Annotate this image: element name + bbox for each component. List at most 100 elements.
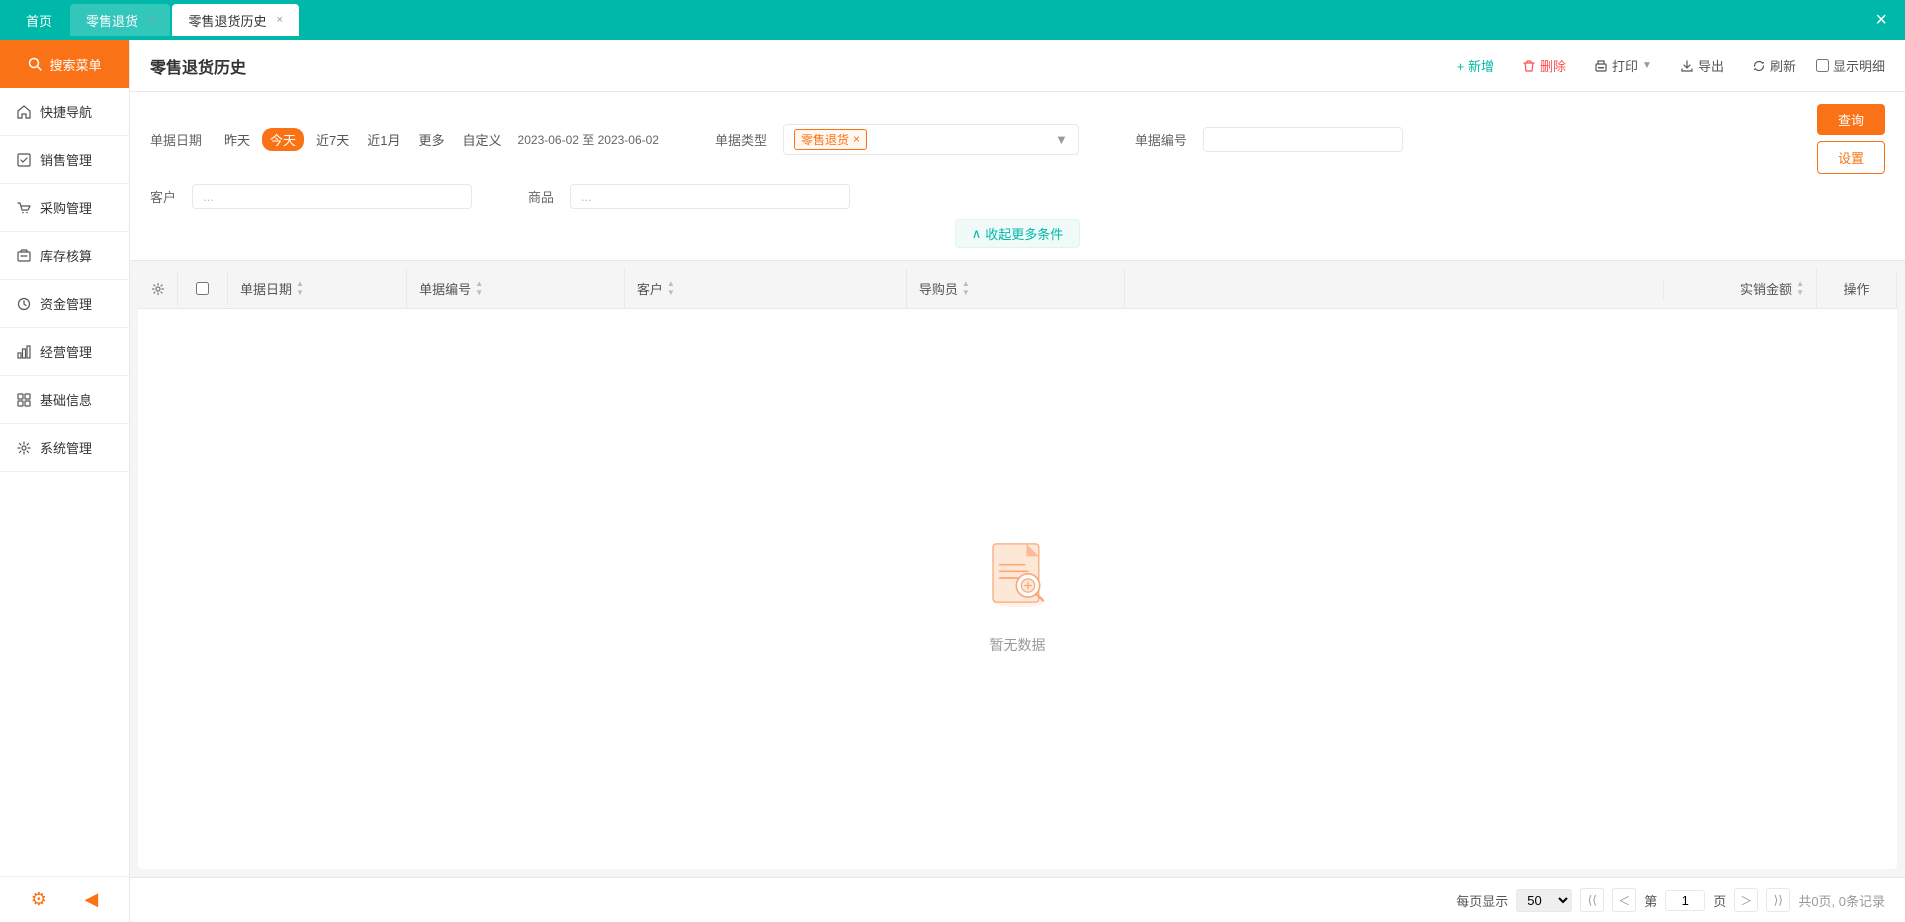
- sidebar-item-purchase-mgmt-label: 采购管理: [40, 198, 92, 217]
- window-close-button[interactable]: ×: [1867, 9, 1895, 31]
- sidebar-item-system[interactable]: 系统管理: [0, 424, 129, 472]
- filter-area: 单据日期 昨天 今天 近7天 近1月 更多 自定义 2023-06-02 至 2…: [130, 92, 1905, 261]
- print-dropdown-arrow[interactable]: ▼: [1642, 60, 1652, 71]
- show-detail-label: 显示明细: [1833, 56, 1885, 75]
- sidebar-item-inventory[interactable]: 库存核算: [0, 232, 129, 280]
- tab-retail-return-close[interactable]: ×: [148, 14, 154, 26]
- date-option-more[interactable]: 更多: [413, 128, 451, 151]
- voucher-type-tag: 零售退货 ×: [794, 129, 867, 150]
- date-range-display: 2023-06-02 至 2023-06-02: [518, 131, 659, 148]
- pagination: 每页显示 50 100 200 ⟨⟨ ＜ 第 页 ＞ ⟩⟩ 共0页, 0条记录: [130, 877, 1905, 922]
- date-option-7days[interactable]: 近7天: [310, 128, 355, 151]
- show-detail-checkbox[interactable]: [1816, 59, 1829, 72]
- page-size-label: 每页显示: [1456, 891, 1508, 910]
- page-number-input[interactable]: [1665, 890, 1705, 911]
- sidebar-item-sales-mgmt[interactable]: 销售管理: [0, 136, 129, 184]
- collapse-button[interactable]: ∧ 收起更多条件: [955, 219, 1081, 248]
- sidebar-item-operations[interactable]: 经营管理: [0, 328, 129, 376]
- th-checkbox[interactable]: [178, 272, 228, 305]
- search-icon: [27, 56, 43, 72]
- date-options: 昨天 今天 近7天 近1月 更多 自定义 2023-06-02 至 2023-0…: [218, 128, 659, 151]
- refresh-button[interactable]: 刷新: [1744, 52, 1804, 79]
- voucher-type-selector[interactable]: 零售退货 × ▼: [783, 124, 1079, 155]
- sidebar-item-base-info[interactable]: 基础信息: [0, 376, 129, 424]
- sidebar-settings-icon[interactable]: ⚙: [31, 889, 47, 910]
- table-settings-icon: [151, 282, 165, 296]
- th-date[interactable]: 单据日期 ▲ ▼: [228, 269, 407, 308]
- th-voucher-sort: ▲ ▼: [475, 280, 483, 297]
- th-amount-label: 实销金额: [1740, 279, 1792, 298]
- last-page-button[interactable]: ⟩⟩: [1766, 888, 1790, 912]
- first-page-button[interactable]: ⟨⟨: [1580, 888, 1604, 912]
- export-button[interactable]: 导出: [1672, 52, 1732, 79]
- date-option-yesterday[interactable]: 昨天: [218, 128, 256, 151]
- refresh-icon: [1752, 59, 1766, 73]
- voucher-no-label: 单据编号: [1135, 130, 1187, 149]
- page-word: 第: [1644, 891, 1657, 910]
- page-header: 零售退货历史 + 新增 删除 打印 ▼: [130, 40, 1905, 92]
- system-icon: [16, 440, 32, 456]
- voucher-type-input[interactable]: [873, 132, 1049, 147]
- delete-label: 删除: [1540, 56, 1566, 75]
- voucher-type-tag-value: 零售退货: [801, 131, 849, 148]
- voucher-type-label: 单据类型: [715, 130, 767, 149]
- query-settings-group: 查询 设置: [1817, 104, 1885, 174]
- sidebar-item-purchase-mgmt[interactable]: 采购管理: [0, 184, 129, 232]
- delete-button[interactable]: 删除: [1514, 52, 1574, 79]
- select-all-checkbox[interactable]: [196, 282, 209, 295]
- tab-retail-return[interactable]: 零售退货 ×: [70, 4, 170, 36]
- sidebar: 搜索菜单 快捷导航 销售管理 采购管理: [0, 40, 130, 922]
- tab-retail-return-history-close[interactable]: ×: [276, 14, 282, 26]
- date-option-custom[interactable]: 自定义: [457, 128, 508, 151]
- page-size-select[interactable]: 50 100 200: [1516, 889, 1572, 912]
- home-icon: [16, 104, 32, 120]
- prev-page-button[interactable]: ＜: [1612, 888, 1636, 912]
- filter-row-1: 单据日期 昨天 今天 近7天 近1月 更多 自定义 2023-06-02 至 2…: [150, 104, 1885, 174]
- date-option-today[interactable]: 今天: [262, 128, 304, 151]
- th-amount[interactable]: 实销金额 ▲ ▼: [1664, 269, 1817, 308]
- filter-row-2: 客户 ... 商品 ...: [150, 184, 1885, 209]
- settings-button[interactable]: 设置: [1817, 141, 1885, 174]
- voucher-no-input[interactable]: [1203, 127, 1403, 152]
- th-customer-label: 客户: [637, 279, 663, 298]
- tab-retail-return-history[interactable]: 零售退货历史 ×: [172, 4, 298, 36]
- export-label: 导出: [1698, 56, 1724, 75]
- sidebar-item-quick-nav[interactable]: 快捷导航: [0, 88, 129, 136]
- purchase-icon: [16, 200, 32, 216]
- new-button[interactable]: + 新增: [1449, 52, 1502, 79]
- customer-placeholder: ...: [203, 189, 214, 204]
- th-customer[interactable]: 客户 ▲ ▼: [625, 269, 907, 308]
- sidebar-collapse-icon[interactable]: ◀: [84, 889, 98, 910]
- th-settings[interactable]: [138, 272, 178, 306]
- th-guide[interactable]: 导购员 ▲ ▼: [907, 269, 1125, 308]
- refresh-label: 刷新: [1770, 56, 1796, 75]
- goods-placeholder: ...: [581, 189, 592, 204]
- voucher-type-tag-close[interactable]: ×: [853, 132, 860, 146]
- th-guide-sort: ▲ ▼: [962, 280, 970, 297]
- th-voucher-no-label: 单据编号: [419, 279, 471, 298]
- next-page-button[interactable]: ＞: [1734, 888, 1758, 912]
- date-option-1month[interactable]: 近1月: [361, 128, 406, 151]
- print-button[interactable]: 打印 ▼: [1586, 52, 1660, 79]
- top-bar: 首页 零售退货 × 零售退货历史 × ×: [0, 0, 1905, 40]
- th-guide-label: 导购员: [919, 279, 958, 298]
- header-actions: + 新增 删除 打印 ▼: [1449, 52, 1885, 79]
- sidebar-item-base-info-label: 基础信息: [40, 390, 92, 409]
- collapse-icon: ∧: [972, 226, 982, 242]
- operations-icon: [16, 344, 32, 360]
- th-operation: 操作: [1817, 269, 1897, 308]
- goods-input[interactable]: ...: [570, 184, 850, 209]
- query-button[interactable]: 查询: [1817, 104, 1885, 135]
- sidebar-search[interactable]: 搜索菜单: [0, 40, 129, 88]
- sidebar-item-finance[interactable]: 资金管理: [0, 280, 129, 328]
- collapse-area: ∧ 收起更多条件: [150, 219, 1885, 248]
- tab-home[interactable]: 首页: [10, 4, 68, 36]
- customer-input[interactable]: ...: [192, 184, 472, 209]
- content-area: 零售退货历史 + 新增 删除 打印 ▼: [130, 40, 1905, 922]
- sidebar-item-operations-label: 经营管理: [40, 342, 92, 361]
- th-operation-label: 操作: [1843, 279, 1869, 298]
- empty-text: 暂无数据: [990, 635, 1046, 655]
- tab-retail-return-label: 零售退货: [86, 11, 138, 30]
- th-voucher-no[interactable]: 单据编号 ▲ ▼: [407, 269, 625, 308]
- sales-icon: [16, 152, 32, 168]
